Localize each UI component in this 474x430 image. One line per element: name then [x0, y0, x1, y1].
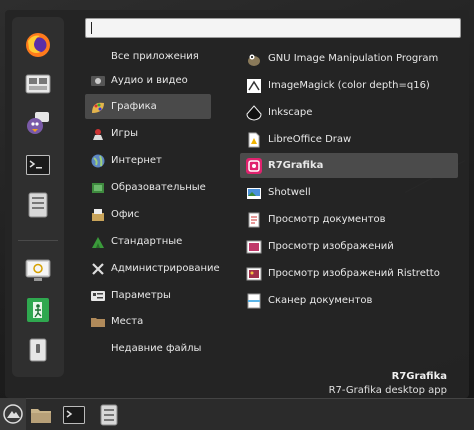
shotwell-icon — [246, 185, 262, 201]
app-gimp[interactable]: GNU Image Manipulation Program — [240, 46, 458, 71]
category-spacer — [90, 341, 106, 357]
document-viewer-icon — [246, 212, 262, 228]
category-label: Места — [111, 316, 144, 327]
app-description-title: R7Grafika — [391, 371, 447, 382]
category-office[interactable]: Офис — [85, 202, 211, 227]
app-inkscape[interactable]: Inkscape — [240, 100, 458, 125]
category-label: Параметры — [111, 290, 171, 301]
office-icon — [90, 207, 106, 223]
file-manager-icon[interactable] — [22, 68, 54, 100]
places-icon — [90, 314, 106, 330]
category-internet[interactable]: Интернет — [85, 148, 211, 173]
app-label: ImageMagick (color depth=q16) — [268, 80, 430, 91]
category-label: Все приложения — [111, 51, 199, 62]
app-shotwell[interactable]: Shotwell — [240, 180, 458, 205]
accessories-icon — [90, 234, 106, 250]
audio-video-icon — [90, 73, 106, 89]
category-label: Стандартные — [111, 236, 183, 247]
app-label: GNU Image Manipulation Program — [268, 53, 439, 64]
category-label: Игры — [111, 128, 138, 139]
app-libreoffice-draw[interactable]: LibreOffice Draw — [240, 127, 458, 152]
favorites-separator — [18, 240, 58, 241]
r7grafika-icon — [246, 157, 262, 174]
ristretto-icon — [246, 266, 262, 282]
taskbar — [0, 398, 474, 430]
category-audio-video[interactable]: Аудио и видео — [85, 68, 211, 93]
pidgin-icon[interactable] — [22, 107, 54, 139]
text-caret — [91, 22, 92, 34]
app-scanner[interactable]: Сканер документов — [240, 288, 458, 313]
internet-icon — [90, 153, 106, 169]
app-label: LibreOffice Draw — [268, 134, 352, 145]
app-label: Shotwell — [268, 187, 311, 198]
category-graphics[interactable]: Графика — [85, 94, 211, 119]
drive-icon[interactable] — [22, 189, 54, 221]
category-all-applications[interactable]: Все приложения — [85, 44, 211, 69]
app-imagemagick[interactable]: ImageMagick (color depth=q16) — [240, 73, 458, 98]
logout-icon[interactable] — [22, 294, 54, 326]
app-label: Inkscape — [268, 107, 313, 118]
inkscape-icon — [246, 104, 262, 121]
category-label: Образовательные — [111, 182, 206, 193]
settings-icon — [90, 288, 106, 304]
games-icon — [90, 126, 106, 142]
app-label: Просмотр изображений — [268, 241, 394, 252]
category-label: Графика — [111, 101, 157, 112]
favorites-bar — [12, 17, 64, 377]
gimp-icon — [246, 51, 262, 67]
category-settings[interactable]: Параметры — [85, 283, 211, 308]
category-label: Интернет — [111, 155, 162, 166]
application-menu: Все приложения Аудио и видео Графика Игр… — [5, 10, 469, 398]
search-input[interactable] — [85, 18, 461, 38]
graphics-icon — [90, 99, 106, 115]
scanner-icon — [246, 293, 262, 309]
app-label: Просмотр изображений Ristretto — [268, 268, 440, 279]
admin-icon — [90, 261, 106, 277]
terminal-icon[interactable] — [62, 403, 86, 427]
category-games[interactable]: Игры — [85, 121, 211, 146]
category-accessories[interactable]: Стандартные — [85, 229, 211, 254]
imagemagick-icon — [246, 78, 262, 94]
menu-icon[interactable] — [0, 398, 26, 430]
app-label: R7Grafika — [268, 160, 324, 171]
app-image-viewer[interactable]: Просмотр изображений — [240, 234, 458, 259]
category-education[interactable]: Образовательные — [85, 175, 211, 200]
folder-icon[interactable] — [29, 403, 53, 427]
category-label: Недавние файлы — [111, 343, 202, 354]
app-description-text: R7-Grafika desktop app — [328, 385, 447, 396]
app-ristretto[interactable]: Просмотр изображений Ristretto — [240, 261, 458, 286]
app-r7grafika[interactable]: R7Grafika — [240, 153, 458, 178]
libreoffice-draw-icon — [246, 132, 262, 148]
category-label: Аудио и видео — [111, 75, 188, 86]
image-viewer-icon — [246, 239, 262, 255]
education-icon — [90, 180, 106, 196]
app-document-viewer[interactable]: Просмотр документов — [240, 207, 458, 232]
app-label: Просмотр документов — [268, 214, 386, 225]
firefox-icon[interactable] — [22, 29, 54, 61]
app-label: Сканер документов — [268, 295, 373, 306]
shutdown-icon[interactable] — [22, 334, 54, 366]
category-places[interactable]: Места — [85, 309, 211, 334]
terminal-icon[interactable] — [22, 149, 54, 181]
category-label: Администрирование — [111, 263, 220, 274]
category-spacer — [90, 49, 106, 65]
screensaver-icon[interactable] — [22, 255, 54, 287]
category-recent-files[interactable]: Недавние файлы — [85, 336, 211, 361]
category-administration[interactable]: Администрирование — [85, 256, 220, 281]
drive-icon[interactable] — [97, 403, 121, 427]
category-label: Офис — [111, 209, 140, 220]
